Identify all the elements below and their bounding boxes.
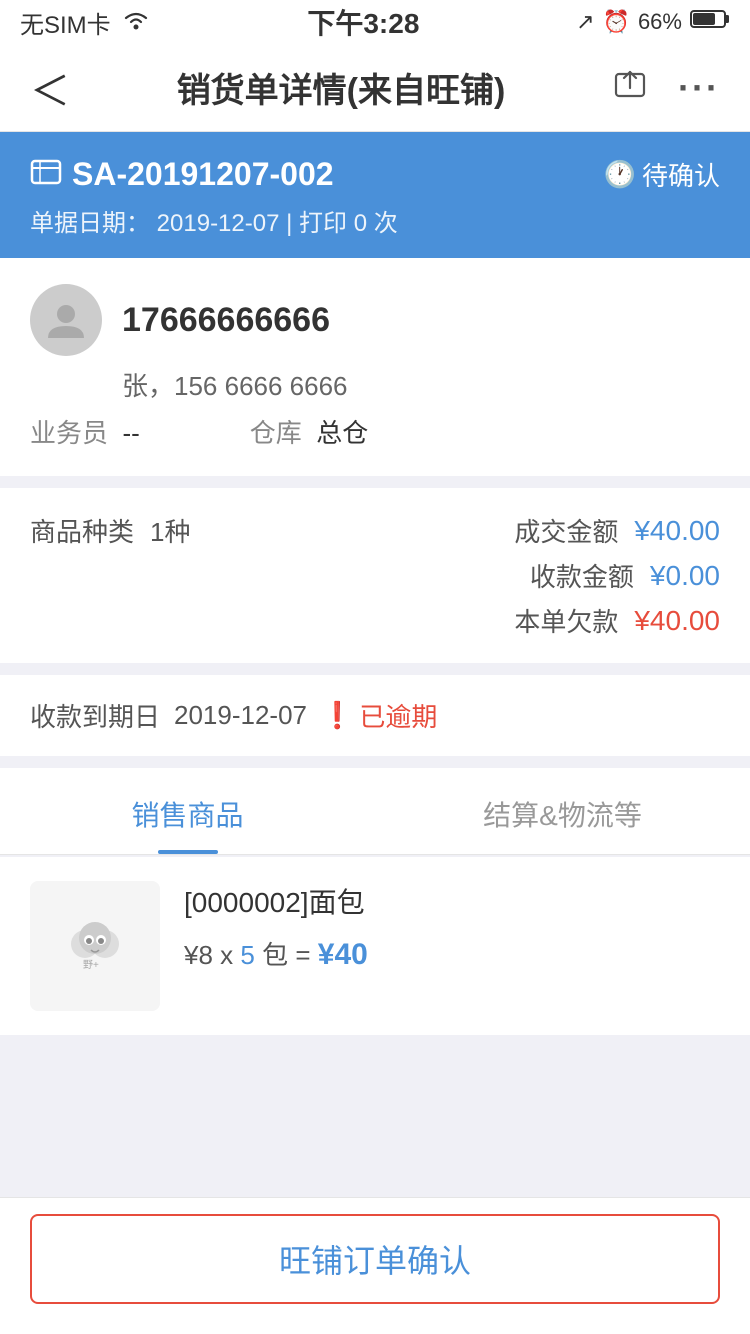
order-icon [30, 156, 62, 193]
total-price: ¥40 [318, 938, 368, 971]
alarm-icon: ⏰ [603, 9, 630, 35]
status-text: 待确认 [642, 156, 720, 193]
product-section: 野+ [0000002]面包 ¥8 x 5 包 = ¥40 [0, 857, 750, 1035]
due-row: 本单欠款 ¥40.00 [514, 602, 720, 639]
type-value: 1种 [150, 512, 190, 549]
sales-label: 业务员 -- [30, 413, 140, 450]
customer-name-phone: 张，156 6666 6666 [122, 366, 720, 403]
sales-value: -- [122, 418, 139, 448]
product-name-row: [0000002]面包 [184, 881, 720, 921]
due-date-label: 收款到期日 [30, 697, 160, 734]
tab-settlement[interactable]: 结算&物流等 [375, 768, 750, 854]
due-label: 本单欠款 [514, 602, 618, 639]
overdue-text: 已逾期 [359, 697, 437, 734]
product-type: 商品种类 1种 [30, 512, 190, 549]
product-code: [0000002] [184, 887, 309, 918]
customer-phone: 17666666666 [122, 301, 330, 340]
print-count: 0 [354, 210, 367, 237]
unit-label: 包 [262, 940, 288, 970]
product-item: 野+ [0000002]面包 ¥8 x 5 包 = ¥40 [30, 881, 720, 1011]
status-time: 下午3:28 [307, 2, 419, 42]
received-value: ¥0.00 [650, 560, 720, 592]
nav-actions: ··· [612, 66, 720, 109]
type-label: 商品种类 [30, 512, 134, 549]
order-header: SA-20191207-002 🕐 待确认 单据日期： 2019-12-07 |… [0, 132, 750, 258]
product-title: 面包 [309, 887, 365, 918]
received-label: 收款金额 [530, 557, 634, 594]
tabs: 销售商品 结算&物流等 [0, 768, 750, 855]
warehouse-label: 仓库 总仓 [250, 413, 368, 450]
svg-text:野+: 野+ [83, 959, 99, 971]
summary-section: 商品种类 1种 成交金额 ¥40.00 收款金额 ¥0.00 本单欠款 ¥40.… [0, 488, 750, 675]
confirm-order-button[interactable]: 旺铺订单确认 [30, 1214, 720, 1304]
carrier-label: 无SIM卡 [20, 5, 111, 40]
amounts: 成交金额 ¥40.00 收款金额 ¥0.00 本单欠款 ¥40.00 [514, 512, 720, 639]
equals-sign: = [295, 940, 317, 970]
print-unit: 次 [374, 210, 398, 237]
product-details: [0000002]面包 ¥8 x 5 包 = ¥40 [184, 881, 720, 972]
tab-products[interactable]: 销售商品 [0, 768, 375, 854]
battery-label: 66% [638, 9, 682, 35]
back-button[interactable]: ＜ [30, 59, 70, 117]
received-row: 收款金额 ¥0.00 [530, 557, 720, 594]
order-id-row: SA-20191207-002 [30, 156, 334, 193]
more-icon[interactable]: ··· [678, 67, 720, 109]
order-date-row: 单据日期： 2019-12-07 | 打印 0 次 [30, 203, 720, 238]
order-status: 🕐 待确认 [604, 156, 720, 193]
multiply-sign: x [220, 940, 240, 970]
status-bar: 无SIM卡 下午3:28 ↗ ⏰ 66% [0, 0, 750, 44]
due-value: ¥40.00 [634, 605, 720, 637]
page-title: 销货单详情(来自旺铺) [177, 63, 506, 112]
wifi-icon [121, 8, 151, 37]
order-id-text: SA-20191207-002 [72, 156, 334, 193]
date-value: 2019-12-07 [157, 210, 280, 237]
amount-row: 成交金额 ¥40.00 [514, 512, 720, 549]
product-thumbnail: 野+ [30, 881, 160, 1011]
battery-icon [690, 9, 730, 35]
unit-price: ¥8 [184, 940, 213, 970]
status-right: ↗ ⏰ 66% [576, 9, 730, 35]
amount-value: ¥40.00 [634, 515, 720, 547]
customer-section: 17666666666 张，156 6666 6666 业务员 -- 仓库 总仓 [0, 258, 750, 488]
bottom-bar: 旺铺订单确认 [0, 1197, 750, 1334]
clock-icon: 🕐 [604, 159, 636, 190]
overdue-badge: ❗ 已逾期 [321, 697, 437, 734]
location-icon: ↗ [576, 9, 594, 35]
share-icon[interactable] [612, 66, 648, 109]
customer-meta: 业务员 -- 仓库 总仓 [30, 413, 720, 450]
nav-bar: ＜ 销货单详情(来自旺铺) ··· [0, 44, 750, 132]
product-price-row: ¥8 x 5 包 = ¥40 [184, 935, 720, 972]
amount-label: 成交金额 [514, 512, 618, 549]
warehouse-value: 总仓 [316, 418, 368, 448]
due-date-value: 2019-12-07 [174, 700, 307, 731]
quantity: 5 [240, 940, 254, 970]
date-label: 单据日期： [30, 210, 150, 237]
customer-avatar [30, 284, 102, 356]
status-left: 无SIM卡 [20, 5, 151, 40]
overdue-icon: ❗ [321, 700, 353, 731]
due-date-section: 收款到期日 2019-12-07 ❗ 已逾期 [0, 675, 750, 768]
print-label: | 打印 [286, 210, 347, 237]
